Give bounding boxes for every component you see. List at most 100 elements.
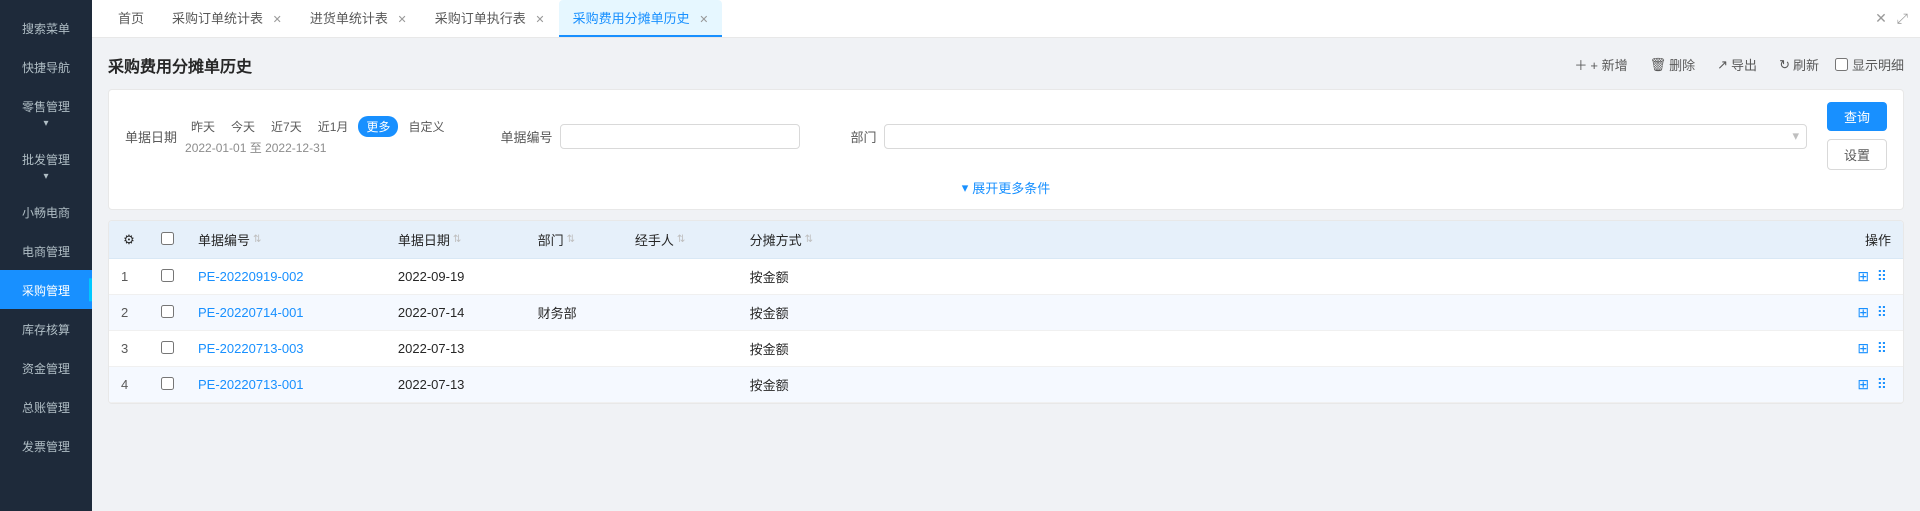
sidebar-item-ledger[interactable]: 总账管理 (0, 387, 92, 426)
row-ops: ⊞ ⠿ (1814, 331, 1903, 367)
refresh-button[interactable]: ↻ 刷新 (1773, 52, 1825, 77)
row-checkbox[interactable] (149, 331, 186, 367)
close-icon[interactable]: ✕ (398, 14, 407, 26)
row-ops: ⊞ ⠿ (1814, 367, 1903, 403)
export-button[interactable]: ↗ 导出 (1711, 52, 1763, 77)
tab-po-stats[interactable]: 采购订单统计表 ✕ (158, 0, 296, 37)
more-icon[interactable]: ⠿ (1877, 340, 1887, 356)
dept-filter: 部门 财务部 (850, 124, 1807, 149)
col-handler: 经手人 ⇅ (623, 221, 738, 259)
view-icon[interactable]: ⊞ (1857, 268, 1869, 284)
table-row: 2 PE-20220714-001 2022-07-14 财务部 按金额 ⊞ ⠿ (109, 295, 1903, 331)
row-doc-no: PE-20220919-002 (186, 259, 386, 295)
alloc-sort[interactable]: 分摊方式 ⇅ (750, 230, 813, 249)
date-btn-more[interactable]: 更多 (358, 116, 398, 137)
window-close-icon[interactable]: ✕ (1875, 10, 1887, 27)
expand-more-btn[interactable]: ▾ 展开更多条件 (125, 178, 1887, 197)
col-settings[interactable]: ⚙ (109, 221, 149, 259)
row-checkbox[interactable] (149, 295, 186, 331)
table-row: 3 PE-20220713-003 2022-07-13 按金额 ⊞ ⠿ (109, 331, 1903, 367)
dept-sort[interactable]: 部门 ⇅ (538, 230, 575, 249)
sidebar-item-wholesale[interactable]: 批发管理 ▾ (0, 139, 92, 192)
row-doc-no: PE-20220714-001 (186, 295, 386, 331)
date-btn-today[interactable]: 今天 (225, 116, 261, 137)
query-button[interactable]: 查询 (1827, 102, 1887, 131)
data-table: ⚙ 单据编号 ⇅ 单据日期 (108, 220, 1904, 404)
add-button[interactable]: ＋ + 新增 (1568, 52, 1633, 77)
doc-no-link[interactable]: PE-20220714-001 (198, 305, 304, 320)
doc-date-sort[interactable]: 单据日期 ⇅ (398, 230, 461, 249)
date-btn-yesterday[interactable]: 昨天 (185, 116, 221, 137)
row-handler (623, 295, 738, 331)
sidebar-item-finance[interactable]: 资金管理 (0, 348, 92, 387)
table-body: 1 PE-20220919-002 2022-09-19 按金额 ⊞ ⠿ (109, 259, 1903, 403)
row-select[interactable] (161, 341, 174, 354)
row-num: 1 (109, 259, 149, 295)
table-header-row: ⚙ 单据编号 ⇅ 单据日期 (109, 221, 1903, 259)
date-btn-custom[interactable]: 自定义 (402, 116, 450, 137)
sidebar-item-inventory[interactable]: 库存核算 (0, 309, 92, 348)
window-expand-icon[interactable]: ⤢ (1897, 10, 1908, 27)
sidebar-item-purchase[interactable]: 采购管理 (0, 270, 92, 309)
tab-cost-alloc-history[interactable]: 采购费用分摊单历史 ✕ (559, 0, 723, 37)
sort-icon: ⇅ (805, 234, 813, 245)
tab-home[interactable]: 首页 (104, 0, 158, 37)
row-checkbox[interactable] (149, 259, 186, 295)
order-no-input[interactable] (560, 124, 800, 149)
delete-button[interactable]: 🗑 删除 (1644, 52, 1702, 77)
show-cols-input[interactable] (1835, 58, 1848, 71)
page-content: 采购费用分摊单历史 ＋ + 新增 🗑 删除 ↗ 导出 ↻ 刷新 (92, 38, 1920, 511)
view-icon[interactable]: ⊞ (1857, 304, 1869, 320)
row-select[interactable] (161, 377, 174, 390)
view-icon[interactable]: ⊞ (1857, 376, 1869, 392)
select-all-checkbox[interactable] (161, 232, 174, 245)
col-doc-date: 单据日期 ⇅ (386, 221, 526, 259)
date-btn-7days[interactable]: 近7天 (265, 116, 308, 137)
sidebar-item-retail[interactable]: 零售管理 ▾ (0, 86, 92, 139)
row-num: 2 (109, 295, 149, 331)
row-select[interactable] (161, 305, 174, 318)
main-area: 首页 采购订单统计表 ✕ 进货单统计表 ✕ 采购订单执行表 ✕ 采购费用分摊单历… (92, 0, 1920, 511)
row-dept: 财务部 (526, 295, 623, 331)
row-dept (526, 259, 623, 295)
date-filter-group: 昨天 今天 近7天 近1月 更多 自定义 2022-01-01 至 2022-1… (185, 116, 450, 156)
dept-select[interactable]: 财务部 (884, 124, 1807, 149)
sidebar: 搜索菜单 快捷导航 零售管理 ▾ 批发管理 ▾ 小畅电商 电商管理 采购管理 库… (0, 0, 92, 511)
sidebar-item-ecommerce[interactable]: 电商管理 (0, 231, 92, 270)
filter-row: 单据日期 昨天 今天 近7天 近1月 更多 自定义 2022-01-01 至 2… (125, 102, 1887, 170)
handler-sort[interactable]: 经手人 ⇅ (635, 230, 685, 249)
col-checkbox[interactable] (149, 221, 186, 259)
row-checkbox[interactable] (149, 367, 186, 403)
table-row: 1 PE-20220919-002 2022-09-19 按金额 ⊞ ⠿ (109, 259, 1903, 295)
tab-inbound-stats[interactable]: 进货单统计表 ✕ (296, 0, 421, 37)
export-icon: ↗ (1717, 57, 1728, 73)
doc-no-sort[interactable]: 单据编号 ⇅ (198, 230, 261, 249)
doc-no-link[interactable]: PE-20220713-003 (198, 341, 304, 356)
row-select[interactable] (161, 269, 174, 282)
sidebar-item-quicknav[interactable]: 快捷导航 (0, 47, 92, 86)
sidebar-item-search[interactable]: 搜索菜单 (0, 8, 92, 47)
more-icon[interactable]: ⠿ (1877, 304, 1887, 320)
date-btn-1month[interactable]: 近1月 (312, 116, 355, 137)
close-icon[interactable]: ✕ (273, 14, 282, 26)
show-cols-checkbox[interactable]: 显示明细 (1835, 55, 1904, 74)
col-dept: 部门 ⇅ (526, 221, 623, 259)
sidebar-item-ecommerce-small[interactable]: 小畅电商 (0, 192, 92, 231)
doc-no-link[interactable]: PE-20220919-002 (198, 269, 304, 284)
settings-button[interactable]: 设置 (1827, 139, 1887, 170)
col-alloc-method: 分摊方式 ⇅ (738, 221, 1814, 259)
close-icon[interactable]: ✕ (535, 14, 544, 26)
tab-po-exec[interactable]: 采购订单执行表 ✕ (421, 0, 559, 37)
tab-bar-actions: ✕ ⤢ (1875, 10, 1908, 27)
sort-icon: ⇅ (253, 234, 261, 245)
more-icon[interactable]: ⠿ (1877, 376, 1887, 392)
view-icon[interactable]: ⊞ (1857, 340, 1869, 356)
doc-no-link[interactable]: PE-20220713-001 (198, 377, 304, 392)
order-no-filter: 单据编号 (500, 124, 800, 149)
more-icon[interactable]: ⠿ (1877, 268, 1887, 284)
row-doc-date: 2022-07-13 (386, 331, 526, 367)
sidebar-item-invoice[interactable]: 发票管理 (0, 426, 92, 465)
close-icon[interactable]: ✕ (699, 14, 708, 26)
row-handler (623, 367, 738, 403)
row-alloc-method: 按金额 (738, 295, 1814, 331)
